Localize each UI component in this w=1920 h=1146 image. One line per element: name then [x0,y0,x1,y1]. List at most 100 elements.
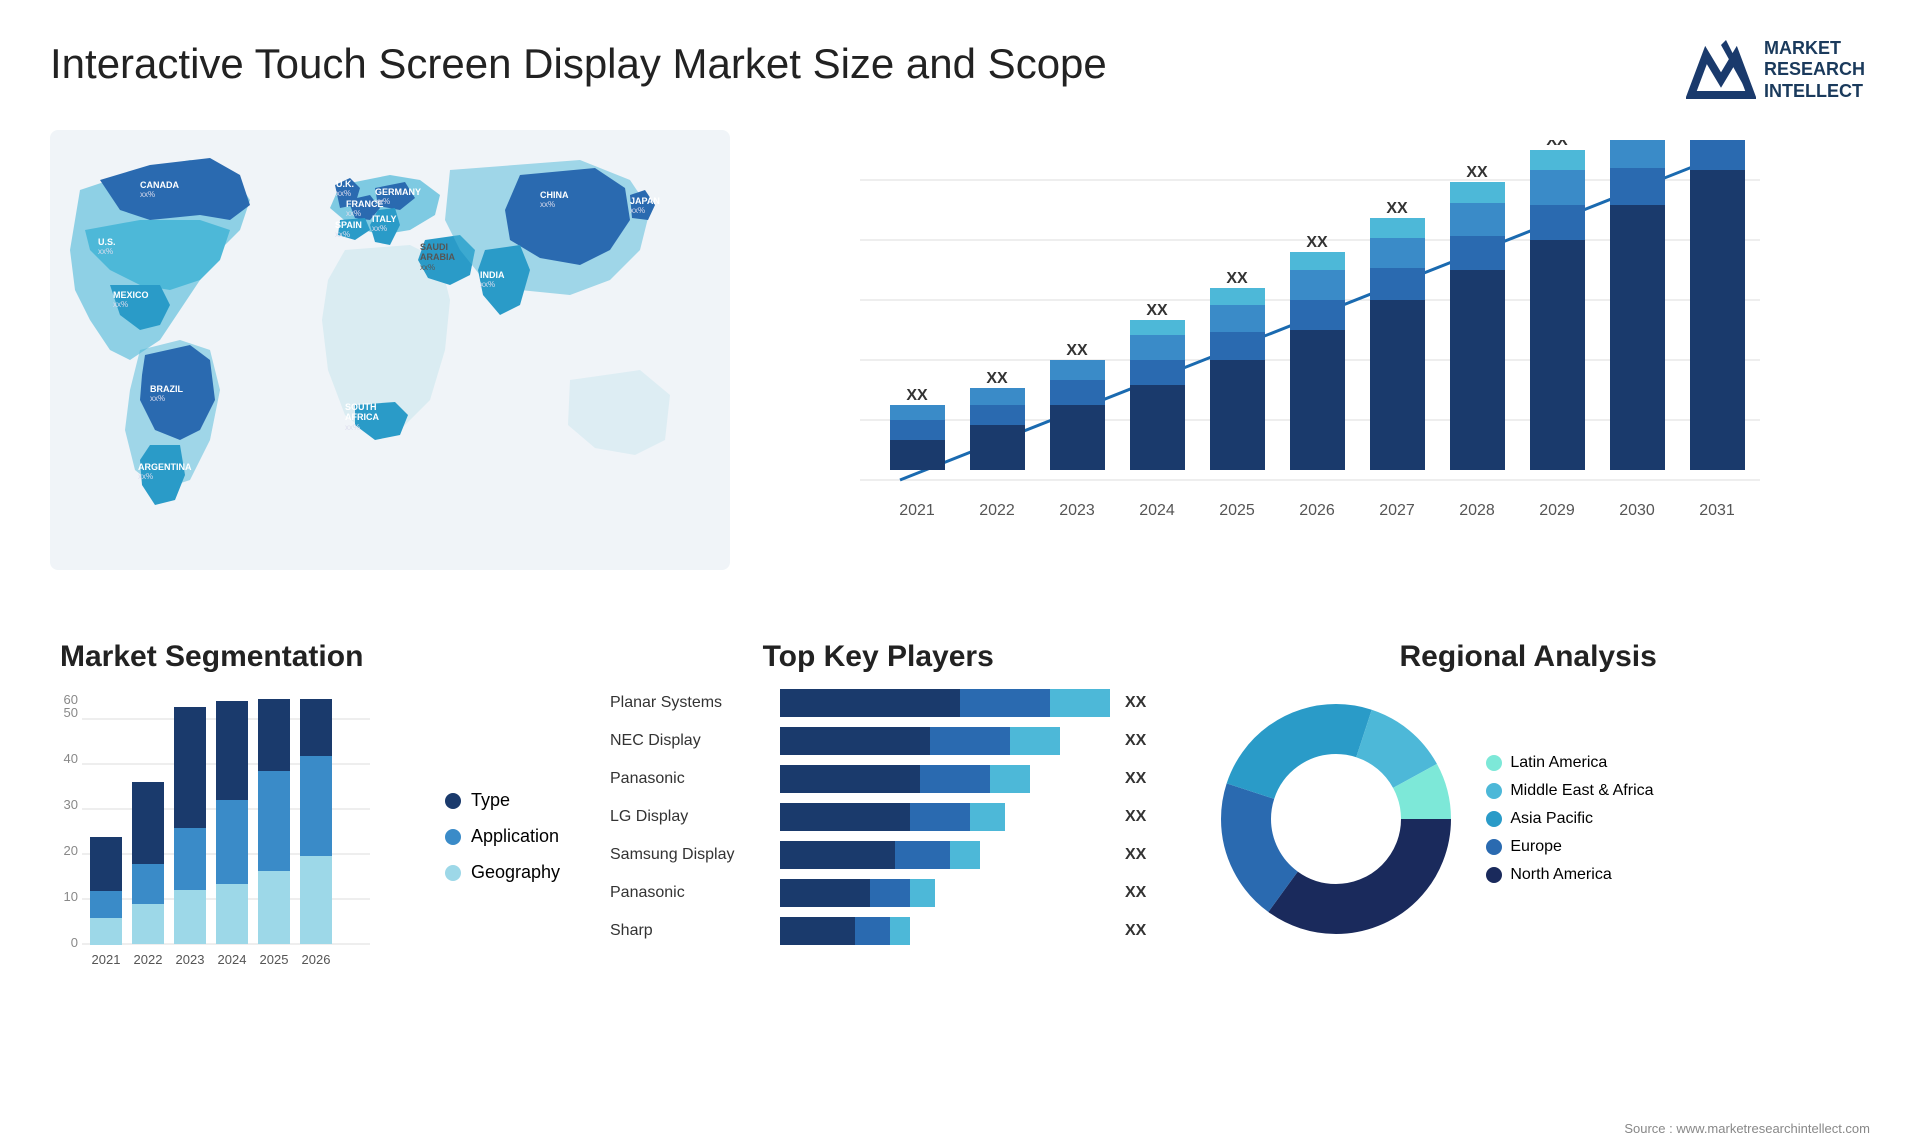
player-bar-seg1 [780,803,910,831]
svg-text:U.K.: U.K. [336,179,354,189]
svg-text:xx%: xx% [346,209,361,218]
legend-europe: Europe [1486,838,1653,856]
player-name: LG Display [610,808,770,826]
player-bar-seg3 [1010,727,1060,755]
player-value: XX [1125,732,1146,750]
player-bar [780,841,1110,869]
svg-text:SAUDI: SAUDI [420,242,448,252]
player-bar-seg2 [895,841,950,869]
player-bar-seg3 [910,879,935,907]
segmentation-section: Market Segmentation 0 10 20 30 40 50 60 [50,640,570,1020]
svg-text:xx%: xx% [372,224,387,233]
logo-text: MARKET RESEARCH INTELLECT [1764,38,1865,103]
regional-title: Regional Analysis [1206,640,1850,674]
svg-text:SPAIN: SPAIN [335,220,362,230]
legend-geography-dot [445,865,461,881]
bar-chart-svg: XX 2021 XX 2022 XX 2023 [770,140,1850,560]
player-bar-seg1 [780,689,960,717]
player-bar [780,803,1110,831]
bar-chart-section: XX 2021 XX 2022 XX 2023 [750,130,1870,610]
legend-geography-label: Geography [471,862,560,883]
svg-text:XX: XX [1146,302,1168,319]
svg-text:2025: 2025 [1219,502,1255,519]
seg-legend: Type Application Geography [435,689,560,984]
legend-asia-pacific-dot [1486,811,1502,827]
svg-text:xx%: xx% [375,197,390,206]
player-bar-seg3 [1050,689,1110,717]
svg-text:ARGENTINA: ARGENTINA [138,462,192,472]
svg-text:2022: 2022 [134,952,163,967]
legend-north-america: North America [1486,866,1653,884]
svg-text:CANADA: CANADA [140,180,179,190]
player-row: Planar Systems XX [610,689,1146,717]
svg-text:2023: 2023 [1059,502,1095,519]
logo-icon [1686,35,1756,105]
player-bar [780,727,1110,755]
player-bar-seg3 [890,917,910,945]
seg-chart-container: 0 10 20 30 40 50 60 [60,689,560,984]
player-bar-seg1 [780,917,855,945]
svg-text:xx%: xx% [420,263,435,272]
svg-text:2021: 2021 [92,952,121,967]
player-bar [780,765,1110,793]
legend-application-label: Application [471,826,559,847]
svg-text:2022: 2022 [979,502,1015,519]
svg-text:XX: XX [1066,342,1088,359]
player-bar-seg1 [780,765,920,793]
player-bar-seg2 [960,689,1050,717]
svg-text:xx%: xx% [345,423,360,432]
player-name: Sharp [610,922,770,940]
page-container: Interactive Touch Screen Display Market … [0,0,1920,1146]
svg-text:xx%: xx% [480,280,495,289]
svg-text:MEXICO: MEXICO [113,290,149,300]
legend-asia-pacific-label: Asia Pacific [1510,810,1593,828]
segmentation-chart: 0 10 20 30 40 50 60 [60,689,380,979]
regional-content: Latin America Middle East & Africa Asia … [1206,689,1850,949]
svg-text:XX: XX [906,387,928,404]
svg-text:ITALY: ITALY [372,214,397,224]
svg-text:xx%: xx% [138,472,153,481]
legend-middle-east-dot [1486,783,1502,799]
players-section: Top Key Players Planar Systems XX NEC Di… [590,640,1166,1020]
player-value: XX [1125,694,1146,712]
legend-middle-east-label: Middle East & Africa [1510,782,1653,800]
player-row: Panasonic XX [610,879,1146,907]
svg-text:2024: 2024 [1139,502,1175,519]
player-bar-seg2 [920,765,990,793]
header: Interactive Touch Screen Display Market … [50,30,1870,110]
svg-text:10: 10 [64,889,78,904]
svg-text:AFRICA: AFRICA [345,412,379,422]
legend-latin-america: Latin America [1486,754,1653,772]
svg-text:XX: XX [1306,234,1328,251]
svg-text:ARABIA: ARABIA [420,252,455,262]
legend-type: Type [445,790,560,811]
svg-text:xx%: xx% [150,394,165,403]
regional-section: Regional Analysis [1186,640,1870,1020]
player-name: Planar Systems [610,694,770,712]
player-bar-seg1 [780,841,895,869]
svg-text:2027: 2027 [1379,502,1415,519]
player-row: Panasonic XX [610,765,1146,793]
player-bar [780,917,1110,945]
regional-legend: Latin America Middle East & Africa Asia … [1486,754,1653,884]
legend-application-dot [445,829,461,845]
donut-chart [1206,689,1466,949]
legend-type-dot [445,793,461,809]
legend-geography: Geography [445,862,560,883]
svg-text:40: 40 [64,751,78,766]
source-text: Source : www.marketresearchintellect.com [1624,1121,1870,1136]
player-value: XX [1125,884,1146,902]
legend-latin-america-dot [1486,755,1502,771]
player-bar [780,879,1110,907]
player-bar-seg2 [870,879,910,907]
player-value: XX [1125,922,1146,940]
player-bar-seg1 [780,879,870,907]
legend-north-america-dot [1486,867,1502,883]
svg-text:xx%: xx% [335,230,350,239]
legend-asia-pacific: Asia Pacific [1486,810,1653,828]
player-row: Sharp XX [610,917,1146,945]
svg-text:xx%: xx% [630,206,645,215]
page-title: Interactive Touch Screen Display Market … [50,40,1107,88]
player-value: XX [1125,808,1146,826]
player-row: NEC Display XX [610,727,1146,755]
